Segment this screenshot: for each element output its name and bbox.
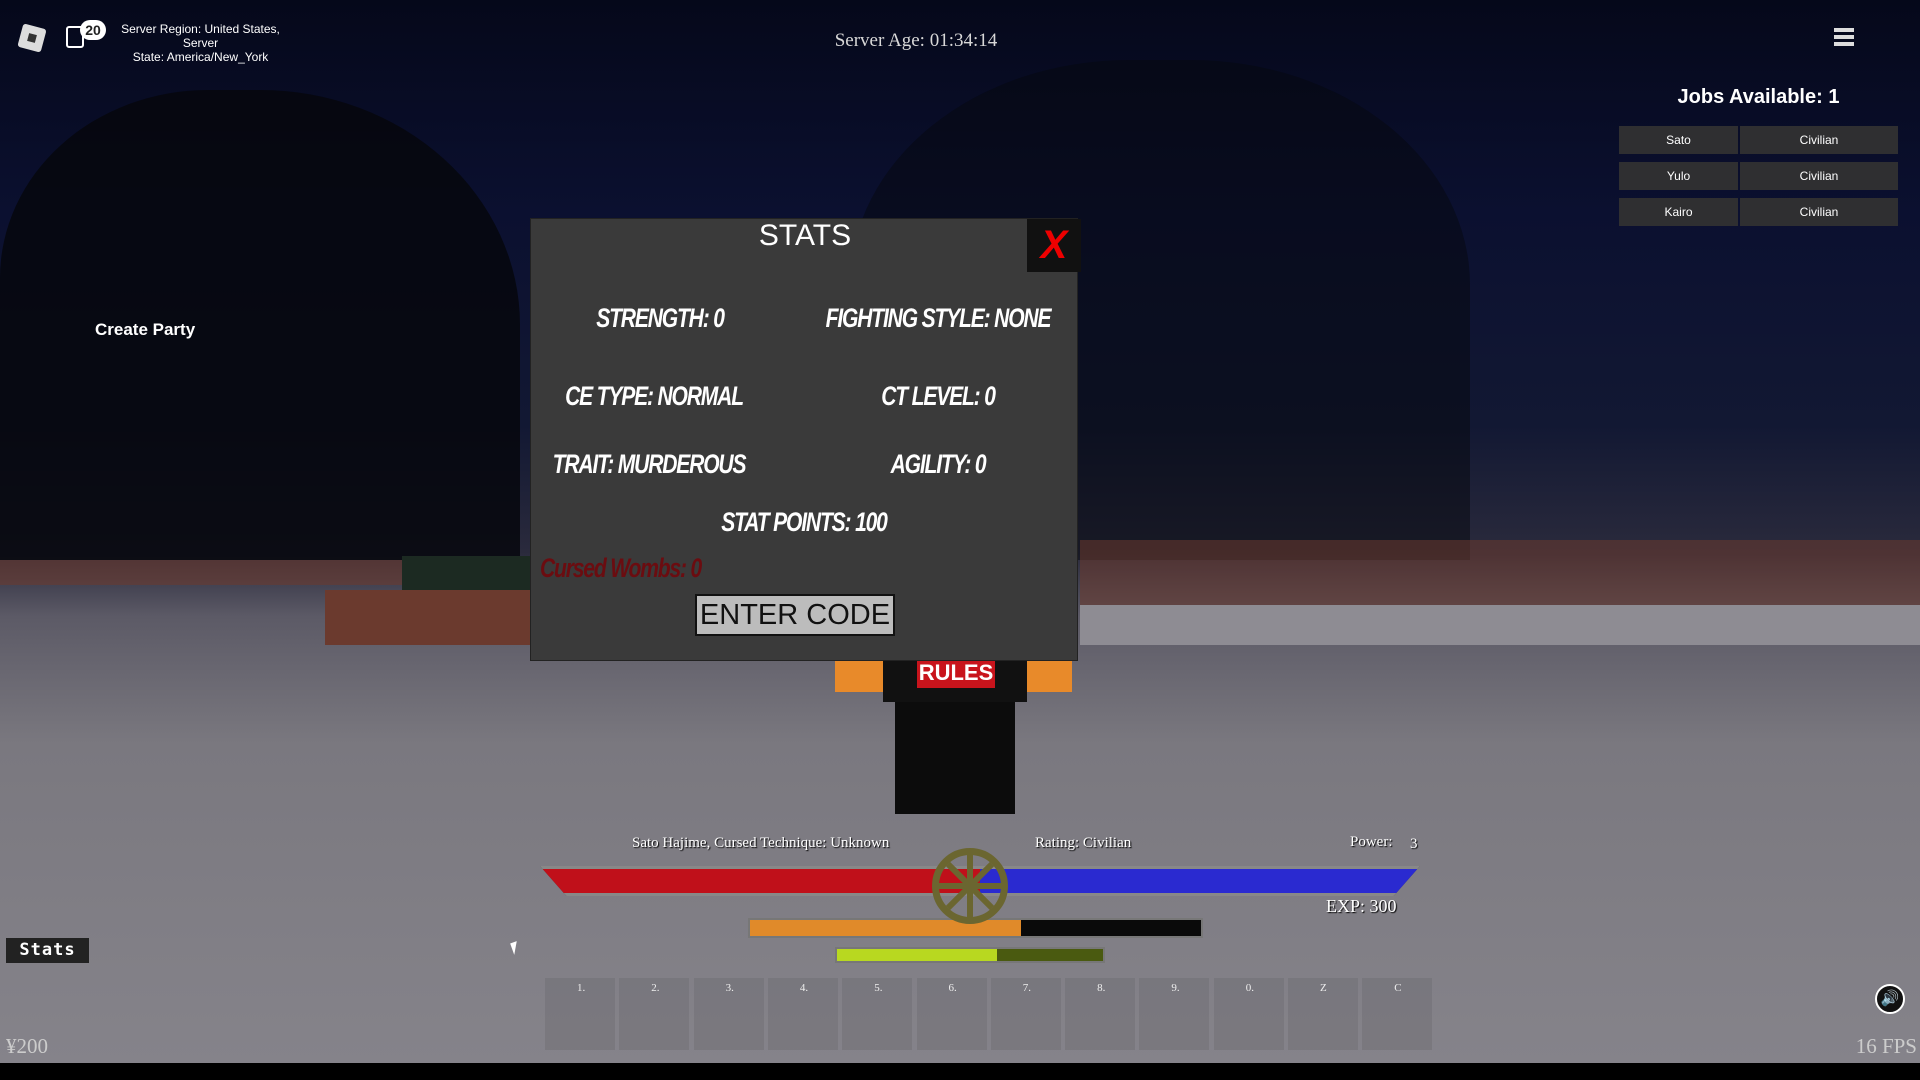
- hotbar-key: Z: [1320, 982, 1327, 994]
- enter-code-button[interactable]: ENTER CODE: [695, 594, 895, 636]
- hotbar-key: 5.: [874, 982, 883, 994]
- hotbar-slot[interactable]: 8.: [1065, 978, 1136, 1050]
- hotbar-key: 0.: [1245, 982, 1254, 994]
- hotbar-key: 8.: [1097, 982, 1106, 994]
- hotbar-slot[interactable]: 9.: [1139, 978, 1210, 1050]
- server-age: Server Age: 01:34:14: [834, 30, 998, 51]
- job-row[interactable]: Kairo Civilian: [1619, 198, 1898, 226]
- stat-points: Stat Points: 100: [721, 507, 888, 537]
- cursed-wombs-stat: Cursed Wombs: 0: [540, 553, 702, 583]
- agility-stat: Agility: 0: [890, 449, 987, 479]
- hotbar-key: 2.: [651, 982, 660, 994]
- hotbar-slot[interactable]: 7.: [990, 978, 1061, 1050]
- job-row[interactable]: Yulo Civilian: [1619, 162, 1898, 190]
- strength-stat: Strength: 0: [596, 303, 725, 333]
- hotbar-slot[interactable]: C: [1362, 978, 1433, 1050]
- ce-type-stat: CE Type: Normal: [565, 381, 744, 411]
- server-state: State: America/New_York: [132, 50, 269, 64]
- hotbar-slot[interactable]: 6.: [916, 978, 987, 1050]
- hotbar-slot[interactable]: 0.: [1213, 978, 1284, 1050]
- tree-silhouette: [0, 90, 520, 560]
- fighting-style-stat: Fighting Style: None: [825, 303, 1052, 333]
- stats-title: STATS: [758, 219, 852, 252]
- ship-wheel-icon: [932, 848, 1008, 924]
- job-player-name: Kairo: [1619, 198, 1738, 226]
- ct-level-stat: CT Level: 0: [881, 381, 996, 411]
- fps-counter: 16 FPS: [1855, 1034, 1917, 1058]
- jobs-title: Jobs Available: 1: [1677, 86, 1840, 108]
- player-character: RULES: [835, 640, 1095, 820]
- energy-fill: [980, 869, 1417, 893]
- job-role: Civilian: [1740, 126, 1898, 154]
- job-row[interactable]: Sato Civilian: [1619, 126, 1898, 154]
- hotbar-slot[interactable]: Z: [1288, 978, 1358, 1050]
- exp: EXP: 300: [1326, 896, 1397, 916]
- wall: [1080, 540, 1920, 610]
- shirt-text: RULES: [917, 658, 995, 688]
- job-role: Civilian: [1740, 162, 1898, 190]
- power-label: Power:: [1350, 834, 1393, 850]
- leaderboard-menu-icon[interactable]: [1834, 28, 1854, 46]
- hotbar-key: 9.: [1171, 982, 1180, 994]
- hotbar-slot[interactable]: 4.: [767, 978, 838, 1050]
- job-role: Civilian: [1740, 198, 1898, 226]
- power-value: 3: [1410, 836, 1418, 852]
- hotbar-key: 3.: [725, 982, 734, 994]
- hotbar-key: 7.: [1022, 982, 1032, 994]
- trait-stat: Trait: Murderous: [552, 449, 747, 479]
- hotbar-key: C: [1394, 982, 1402, 994]
- sidewalk: [1080, 605, 1920, 645]
- stats-panel: STATS X Strength: 0 Fighting Style: None…: [530, 218, 1081, 661]
- character-name: Sato Hajime, Cursed Technique: Unknown: [632, 835, 890, 851]
- close-button[interactable]: X: [1027, 219, 1081, 272]
- job-player-name: Sato: [1619, 126, 1738, 154]
- currency: ¥200: [6, 1034, 48, 1058]
- brick-planter: [325, 590, 535, 645]
- green-fill: [837, 949, 997, 961]
- hotbar-slot[interactable]: 5.: [842, 978, 913, 1050]
- hotbar-key: 6.: [948, 982, 957, 994]
- hotbar-key: 1.: [577, 982, 586, 994]
- hotbar-slot[interactable]: 1.: [545, 978, 615, 1050]
- hotbar-slot[interactable]: 2.: [619, 978, 690, 1050]
- job-player-name: Yulo: [1619, 162, 1738, 190]
- green-bar: [835, 947, 1105, 963]
- hotbar-slot[interactable]: 3.: [693, 978, 764, 1050]
- stats-button[interactable]: Stats: [6, 938, 89, 963]
- hedge: [402, 556, 532, 590]
- volume-icon[interactable]: 🔊: [1875, 984, 1905, 1014]
- create-party-button[interactable]: Create Party: [95, 320, 195, 340]
- health-fill: [543, 869, 980, 893]
- rating: Rating: Civilian: [1035, 835, 1132, 851]
- hotbar-key: 4.: [799, 982, 809, 994]
